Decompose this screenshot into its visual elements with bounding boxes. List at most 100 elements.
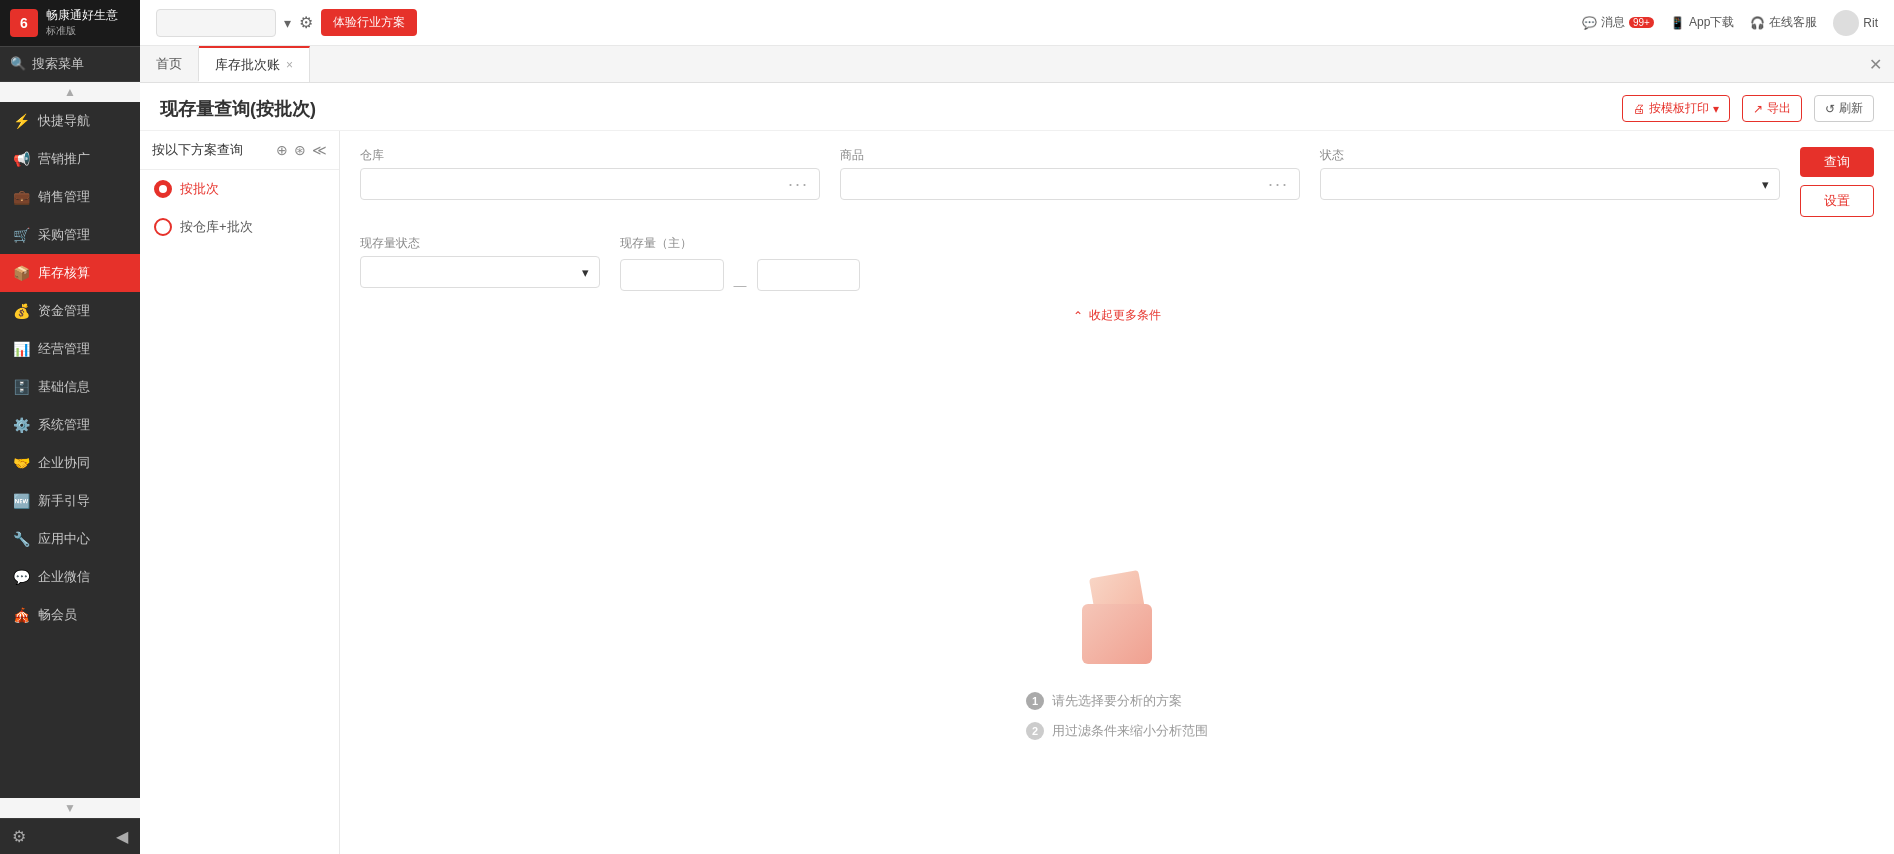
sidebar-item-marketing[interactable]: 📢 营销推广 [0,140,140,178]
settings-icon[interactable]: ⚙ [12,827,26,846]
business-icon: 📊 [12,340,30,358]
tab-home-label: 首页 [156,55,182,73]
sidebar-header: 6 畅康通好生意 标准版 [0,0,140,47]
step-1-text: 请先选择要分析的方案 [1052,688,1182,714]
wechat-icon: 💬 [12,568,30,586]
sidebar-item-inventory[interactable]: 📦 库存核算 [0,254,140,292]
sidebar-item-label: 采购管理 [38,226,90,244]
sidebar-item-label: 企业协同 [38,454,90,472]
filter-main-area: 仓库 ··· 商品 ··· [340,131,1894,854]
sidebar-item-label: 基础信息 [38,378,90,396]
avatar [1833,10,1859,36]
status-select[interactable]: ▾ [1320,168,1780,200]
printer-icon: 🖨 [1633,102,1645,116]
inventory-icon: 📦 [12,264,30,282]
dropdown-arrow-icon: ▾ [1713,102,1719,116]
page-title-bar: 现存量查询(按批次) 🖨 按模板打印 ▾ ↗ 导出 ↺ 刷新 [140,83,1894,131]
topbar-left: ▾ ⚙ 体验行业方案 [156,9,1572,37]
step-1-number: 1 [1026,692,1044,710]
solution-warehouse-batch-item[interactable]: 按仓库+批次 [140,208,339,246]
app-info: 畅康通好生意 标准版 [46,8,118,38]
sidebar-item-system[interactable]: ⚙️ 系统管理 [0,406,140,444]
sidebar-item-finance[interactable]: 💰 资金管理 [0,292,140,330]
filter-rows: 仓库 ··· 商品 ··· [340,131,1894,469]
solution-batch-label: 按批次 [180,180,219,198]
sidebar-item-wechat[interactable]: 💬 企业微信 [0,558,140,596]
sidebar-item-basic[interactable]: 🗄️ 基础信息 [0,368,140,406]
filter-group-warehouse: 仓库 ··· [360,147,820,200]
page-title-actions: 🖨 按模板打印 ▾ ↗ 导出 ↺ 刷新 [1622,95,1874,122]
sidebar-item-guide[interactable]: 🆕 新手引导 [0,482,140,520]
filter-group-status: 状态 ▾ [1320,147,1780,200]
sidebar-item-enterprise[interactable]: 🤝 企业协同 [0,444,140,482]
apps-icon: 🔧 [12,530,30,548]
topbar: ▾ ⚙ 体验行业方案 💬 消息 99+ 📱 App下载 🎧 在线客服 Rit [140,0,1894,46]
app-download-btn[interactable]: 📱 App下载 [1670,14,1734,31]
query-btn[interactable]: 查询 [1800,147,1874,177]
template-print-btn[interactable]: 🖨 按模板打印 ▾ [1622,95,1730,122]
chevron-up-icon: ⌃ [1073,309,1083,323]
guide-icon: 🆕 [12,492,30,510]
app-download-label: App下载 [1689,14,1734,31]
warehouse-label: 仓库 [360,147,820,164]
filter-left-icons: ⊕ ⊛ ≪ [276,142,327,158]
collapse-filters-btn[interactable]: ⌃ 收起更多条件 [360,301,1874,330]
sidebar-item-apps[interactable]: 🔧 应用中心 [0,520,140,558]
sidebar-scroll-down[interactable]: ▼ [0,798,140,818]
user-profile-btn[interactable]: Rit [1833,10,1878,36]
topbar-gear-icon[interactable]: ⚙ [299,13,313,32]
industry-solution-btn[interactable]: 体验行业方案 [321,9,417,36]
sidebar-item-label: 新手引导 [38,492,90,510]
empty-step-2: 2 用过滤条件来缩小分析范围 [1026,718,1208,744]
inventory-qty-max-input[interactable] [757,259,861,291]
sidebar-item-purchase[interactable]: 🛒 采购管理 [0,216,140,254]
tab-home[interactable]: 首页 [140,47,199,81]
collapse-label: 收起更多条件 [1089,307,1161,324]
refresh-btn[interactable]: ↺ 刷新 [1814,95,1874,122]
messages-btn[interactable]: 💬 消息 99+ [1582,14,1654,31]
sidebar-scroll-up[interactable]: ▲ [0,82,140,102]
goods-input[interactable]: ··· [840,168,1300,200]
topbar-right: 💬 消息 99+ 📱 App下载 🎧 在线客服 Rit [1582,10,1878,36]
enterprise-icon: 🤝 [12,454,30,472]
settings-solution-icon[interactable]: ⊛ [294,142,306,158]
inventory-status-select[interactable]: ▾ [360,256,600,288]
sidebar-footer: ⚙ ◀ [0,818,140,854]
basic-icon: 🗄️ [12,378,30,396]
sidebar-item-member[interactable]: 🎪 畅会员 [0,596,140,634]
sidebar-item-label: 销售管理 [38,188,90,206]
app-subtitle: 标准版 [46,24,118,38]
chevron-down-icon: ▾ [1762,177,1769,192]
inventory-qty-label: 现存量（主） [620,235,860,252]
warehouse-input[interactable]: ··· [360,168,820,200]
solution-batch-item[interactable]: 按批次 [140,170,339,208]
topbar-dropdown-btn[interactable]: ▾ [284,15,291,31]
tab-panel-close[interactable]: ✕ [1857,47,1894,82]
collapse-panel-icon[interactable]: ≪ [312,142,327,158]
filter-group-inventory-qty: 现存量（主） — [620,235,860,293]
sidebar-search[interactable]: 🔍 搜索菜单 [0,47,140,82]
topbar-search-input[interactable] [156,9,276,37]
marketing-icon: 📢 [12,150,30,168]
sidebar-item-label: 畅会员 [38,606,77,624]
add-solution-icon[interactable]: ⊕ [276,142,288,158]
chevron-down-icon2: ▾ [582,265,589,280]
sidebar: 6 畅康通好生意 标准版 🔍 搜索菜单 ▲ ⚡ 快捷导航 📢 营销推广 💼 销售… [0,0,140,854]
tab-close-btn[interactable]: × [286,58,293,72]
step-2-number: 2 [1026,722,1044,740]
solution-warehouse-batch-label: 按仓库+批次 [180,218,253,236]
sidebar-item-shortcut[interactable]: ⚡ 快捷导航 [0,102,140,140]
inventory-qty-min-input[interactable] [620,259,724,291]
sidebar-item-label: 企业微信 [38,568,90,586]
collapse-icon[interactable]: ◀ [116,827,128,846]
filter-solution-panel: 按以下方案查询 ⊕ ⊛ ≪ 按批次 按仓库+批次 [140,131,340,854]
sidebar-item-sales[interactable]: 💼 销售管理 [0,178,140,216]
online-service-btn[interactable]: 🎧 在线客服 [1750,14,1817,31]
search-icon: 🔍 [10,56,26,71]
tab-inventory-batch[interactable]: 库存批次账 × [199,46,310,82]
filter-row-2: 现存量状态 ▾ 现存量（主） — [360,235,1874,293]
member-icon: 🎪 [12,606,30,624]
export-btn[interactable]: ↗ 导出 [1742,95,1802,122]
sidebar-item-business[interactable]: 📊 经营管理 [0,330,140,368]
settings-btn[interactable]: 设置 [1800,185,1874,217]
